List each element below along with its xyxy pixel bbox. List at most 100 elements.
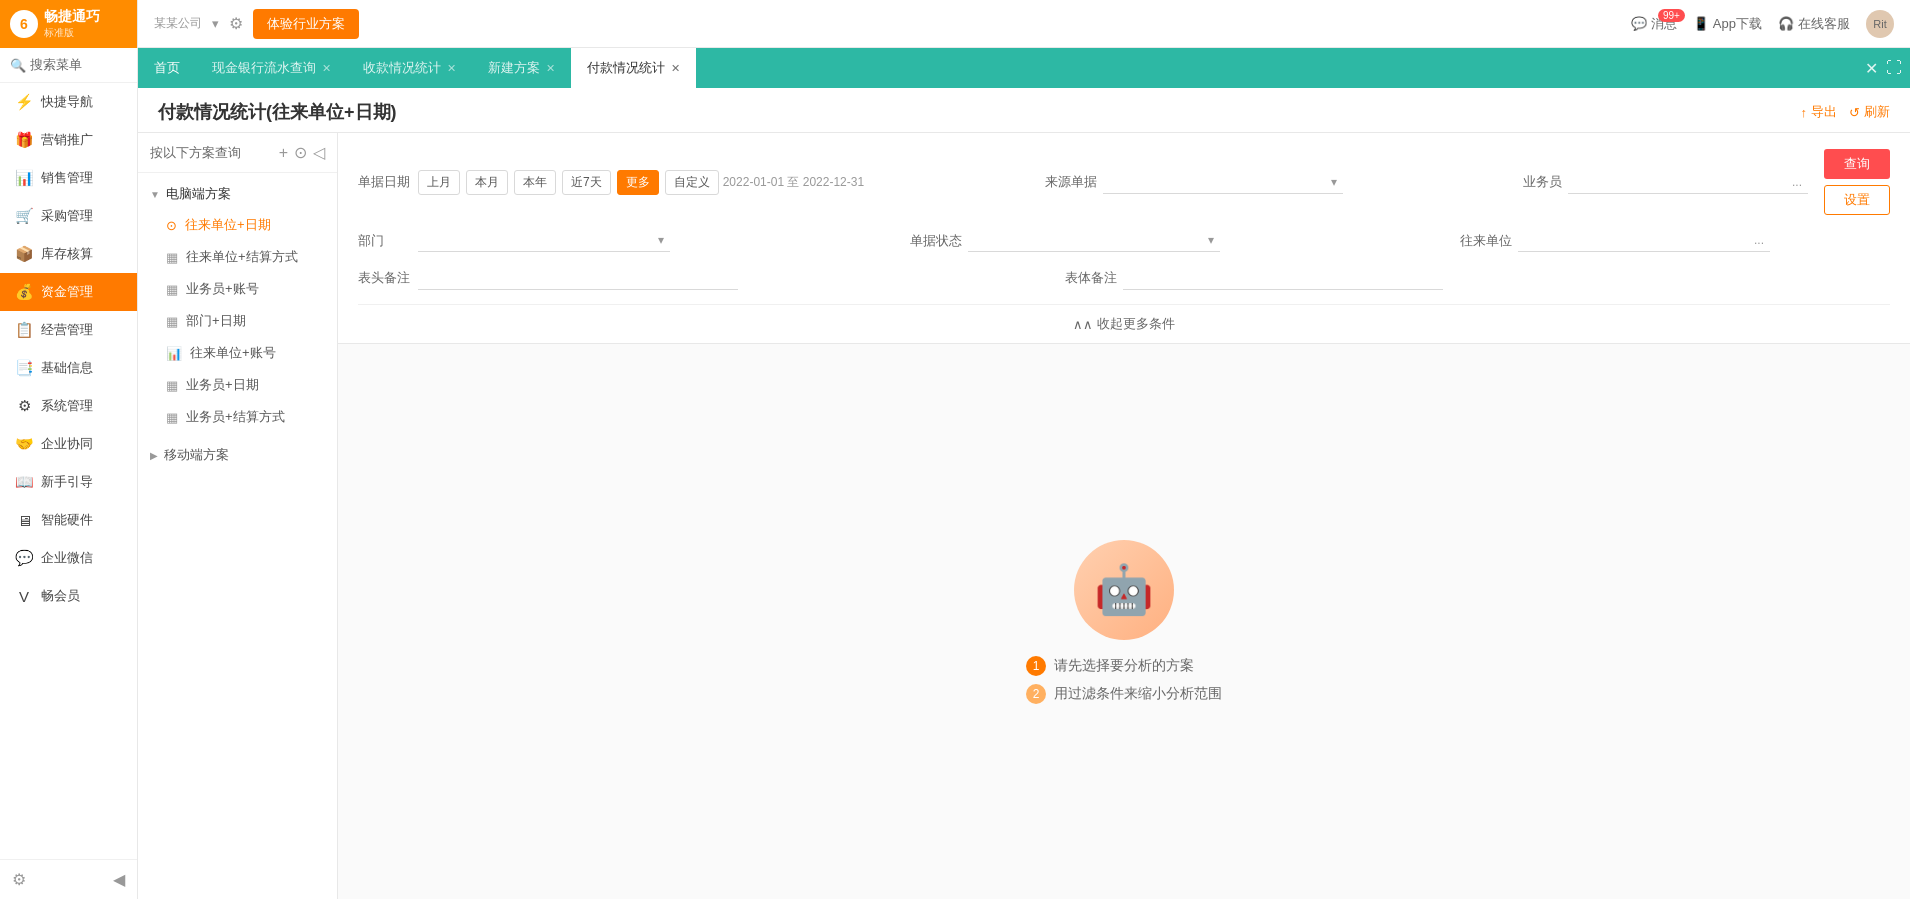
mobile-scheme-group[interactable]: ▶ 移动端方案 (138, 439, 337, 471)
collapse-label: 收起更多条件 (1097, 315, 1175, 333)
header-online-service[interactable]: 🎧 在线客服 (1778, 15, 1850, 33)
cooperation-label: 企业协同 (41, 435, 93, 453)
tab-close-payment-stat[interactable]: ✕ (671, 62, 680, 75)
query-btn[interactable]: 查询 (1824, 149, 1890, 179)
scheme-panel-title: 按以下方案查询 (150, 144, 241, 162)
tab-payment-stat[interactable]: 付款情况统计✕ (571, 48, 696, 88)
header-message[interactable]: 💬 消息 99+ (1631, 15, 1677, 33)
page-header: 付款情况统计(往来单位+日期) ↑ 导出 ↺ 刷新 (138, 88, 1910, 133)
desktop-group-title[interactable]: ▼ 电脑端方案 (138, 179, 337, 209)
sidebar-nav: ⚡快捷导航🎁营销推广📊销售管理🛒采购管理📦库存核算💰资金管理📋经营管理📑基础信息… (0, 83, 137, 859)
date-btn-last-7days[interactable]: 近7天 (562, 170, 611, 195)
sidebar-item-operation[interactable]: 📋经营管理 (0, 311, 137, 349)
sidebar-item-guide[interactable]: 📖新手引导 (0, 463, 137, 501)
date-btn-custom[interactable]: 自定义 (665, 170, 719, 195)
scheme-item-staff-account[interactable]: ▦业务员+账号 (138, 273, 337, 305)
scheme-item-staff-date[interactable]: ▦业务员+日期 (138, 369, 337, 401)
inventory-label: 库存核算 (41, 245, 93, 263)
sidebar-item-hardware[interactable]: 🖥智能硬件 (0, 501, 137, 539)
sidebar-item-system[interactable]: ⚙系统管理 (0, 387, 137, 425)
dept-dropdown[interactable]: ▾ (418, 229, 670, 252)
refresh-btn[interactable]: ↺ 刷新 (1849, 103, 1890, 121)
tab-label-bank-flow: 现金银行流水查询 (212, 59, 316, 77)
scheme-icon-unit-account: 📊 (166, 346, 182, 361)
search-icon: 🔍 (10, 58, 26, 73)
company-dropdown-icon[interactable]: ▾ (212, 16, 219, 31)
staff-arrow-icon: ... (1792, 175, 1802, 189)
sidebar-item-basic-info[interactable]: 📑基础信息 (0, 349, 137, 387)
date-btn-this-year[interactable]: 本年 (514, 170, 556, 195)
header-left: 某某公司 ▾ ⚙ 体验行业方案 (154, 9, 359, 39)
date-btn-last-month[interactable]: 上月 (418, 170, 460, 195)
counterpart-arrow-icon: ... (1754, 233, 1764, 247)
collapse-arrow-icon: ∧∧ (1073, 317, 1093, 332)
scheme-label-unit-date: 往来单位+日期 (185, 216, 271, 234)
sidebar-item-quick-nav[interactable]: ⚡快捷导航 (0, 83, 137, 121)
date-options: 上月本月本年近7天更多自定义 (418, 170, 719, 195)
tab-new-scheme[interactable]: 新建方案✕ (472, 48, 571, 88)
logo-icon: 6 (10, 10, 38, 38)
page-title: 付款情况统计(往来单位+日期) (158, 100, 397, 124)
sidebar-settings-icon[interactable]: ⚙ (12, 870, 26, 889)
scheme-icon-staff-settle: ▦ (166, 410, 178, 425)
sidebar-item-cooperation[interactable]: 🤝企业协同 (0, 425, 137, 463)
settings-scheme-icon[interactable]: ⊙ (294, 143, 307, 162)
counterpart-dropdown[interactable]: ... (1518, 229, 1770, 252)
sidebar-item-sales[interactable]: 📊销售管理 (0, 159, 137, 197)
tab-bank-flow[interactable]: 现金银行流水查询 ✕ (196, 48, 347, 88)
header-gear-icon[interactable]: ⚙ (229, 14, 243, 33)
tabs-actions: ✕ ⛶ (1865, 59, 1910, 78)
scheme-item-unit-settle[interactable]: ▦往来单位+结算方式 (138, 241, 337, 273)
sidebar-logo: 6 畅捷通巧 标准版 (0, 0, 137, 48)
marketing-label: 营销推广 (41, 131, 93, 149)
refresh-label: 刷新 (1864, 103, 1890, 121)
scheme-item-unit-account[interactable]: 📊往来单位+账号 (138, 337, 337, 369)
header-app-download[interactable]: 📱 App下载 (1693, 15, 1762, 33)
sidebar-item-finance[interactable]: 💰资金管理 (0, 273, 137, 311)
sidebar-item-purchase[interactable]: 🛒采购管理 (0, 197, 137, 235)
header-note-input[interactable] (418, 266, 738, 290)
tip-text-1: 请先选择要分析的方案 (1054, 657, 1194, 675)
scheme-item-staff-settle[interactable]: ▦业务员+结算方式 (138, 401, 337, 433)
tab-receipt-stat[interactable]: 收款情况统计✕ (347, 48, 472, 88)
tab-bar: 首页现金银行流水查询✕收款情况统计✕新建方案✕付款情况统计✕ ✕ ⛶ (138, 48, 1910, 88)
body-note-input[interactable] (1123, 266, 1443, 290)
scheme-panel-actions: + ⊙ ◁ (279, 143, 325, 162)
results-tip-1: 1 请先选择要分析的方案 (1026, 656, 1222, 676)
search-menu[interactable]: 🔍 搜索菜单 (0, 48, 137, 83)
tab-close-new-scheme[interactable]: ✕ (546, 62, 555, 75)
tab-close-bank-flow[interactable]: ✕ (322, 62, 331, 75)
tab-home[interactable]: 首页 (138, 48, 196, 88)
date-btn-more[interactable]: 更多 (617, 170, 659, 195)
sidebar-item-member[interactable]: V畅会员 (0, 577, 137, 615)
user-avatar[interactable]: Rit (1866, 10, 1894, 38)
doc-status-dropdown[interactable]: ▾ (968, 229, 1220, 252)
sidebar-item-marketing[interactable]: 🎁营销推广 (0, 121, 137, 159)
collapse-scheme-icon[interactable]: ◁ (313, 143, 325, 162)
add-scheme-icon[interactable]: + (279, 144, 288, 162)
desktop-group-arrow: ▼ (150, 189, 160, 200)
counterpart-label: 往来单位 (1460, 232, 1512, 250)
staff-dropdown[interactable]: ... (1568, 171, 1808, 194)
expand-icon[interactable]: ⛶ (1886, 59, 1902, 77)
tab-close-receipt-stat[interactable]: ✕ (447, 62, 456, 75)
filter-row-3: 表头备注 表体备注 (358, 266, 1890, 290)
scheme-item-dept-date[interactable]: ▦部门+日期 (138, 305, 337, 337)
body-note-label: 表体备注 (1065, 269, 1117, 287)
filter-collapse-bar[interactable]: ∧∧ 收起更多条件 (358, 304, 1890, 343)
sidebar-collapse-icon[interactable]: ◀ (113, 870, 125, 889)
close-all-icon[interactable]: ✕ (1865, 59, 1878, 78)
logo-sub: 标准版 (44, 26, 100, 40)
source-dropdown[interactable]: ▾ (1103, 171, 1343, 194)
date-btn-this-month[interactable]: 本月 (466, 170, 508, 195)
trial-btn[interactable]: 体验行业方案 (253, 9, 359, 39)
sidebar-item-inventory[interactable]: 📦库存核算 (0, 235, 137, 273)
scheme-item-unit-date[interactable]: ⊙往来单位+日期 (138, 209, 337, 241)
settings-btn[interactable]: 设置 (1824, 185, 1890, 215)
purchase-label: 采购管理 (41, 207, 93, 225)
results-tips: 1 请先选择要分析的方案 2 用过滤条件来缩小分析范围 (1026, 656, 1222, 704)
scheme-label-dept-date: 部门+日期 (186, 312, 246, 330)
sidebar-item-wechat[interactable]: 💬企业微信 (0, 539, 137, 577)
right-panel: 单据日期 上月本月本年近7天更多自定义 2022-01-01 至 2022-12… (338, 133, 1910, 899)
export-btn[interactable]: ↑ 导出 (1801, 103, 1838, 121)
